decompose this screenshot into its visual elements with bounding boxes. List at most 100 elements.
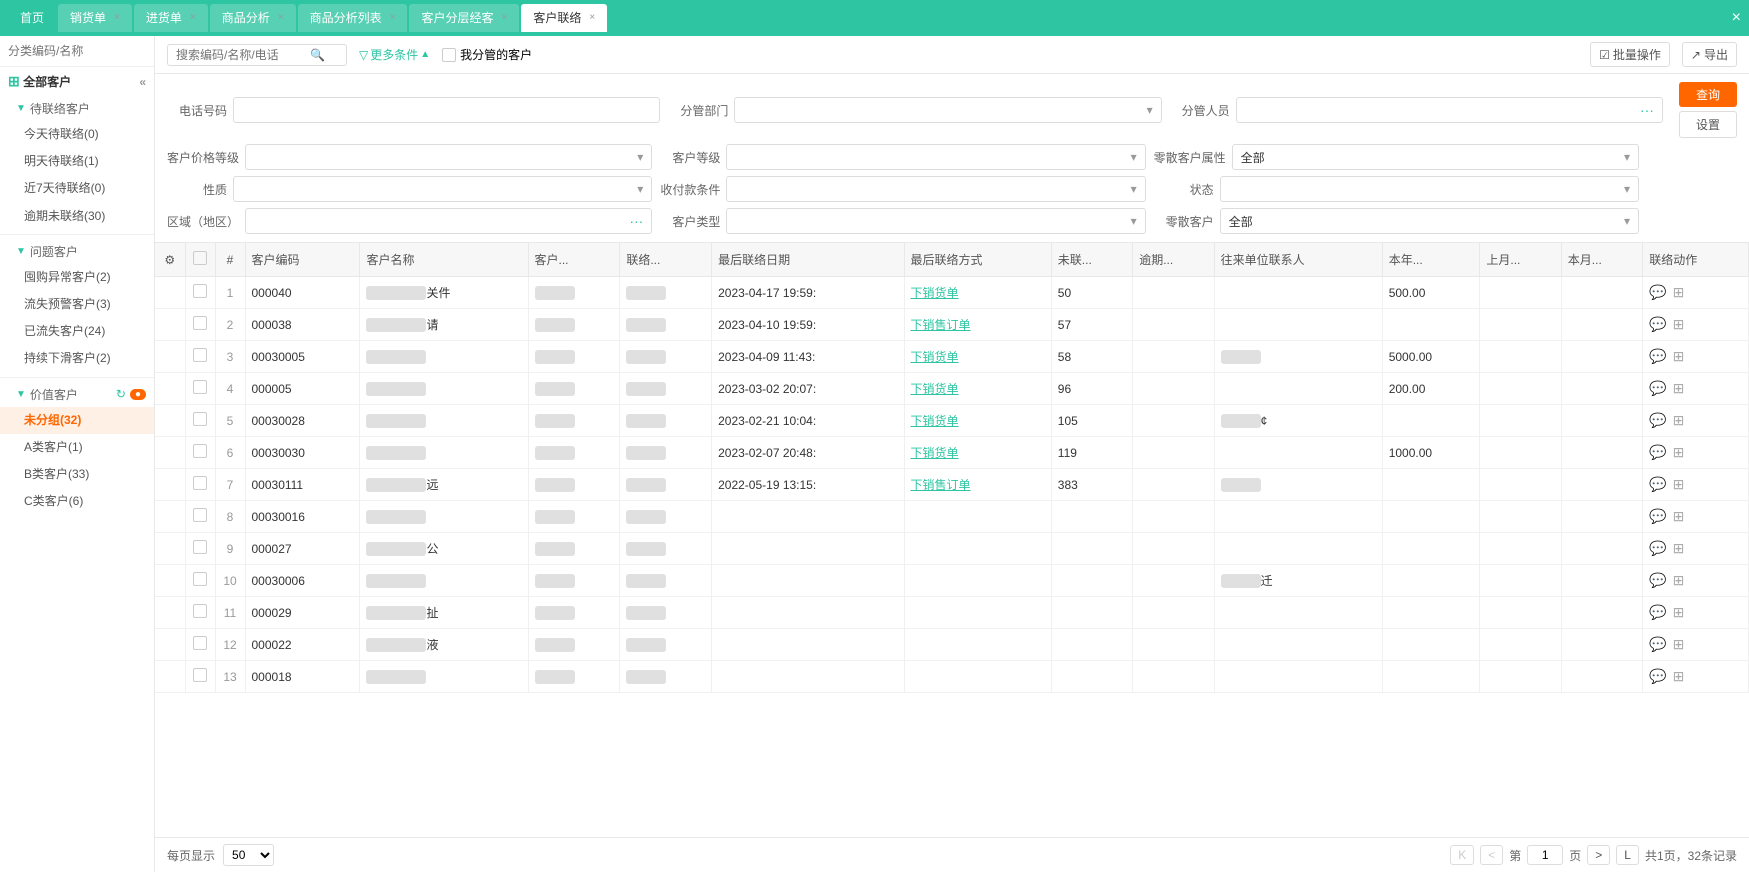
chat-icon[interactable]: 💬 [1649,604,1666,621]
col-checkbox-all[interactable] [185,243,215,277]
group-pending-contact[interactable]: ▼ 待联络客户 [0,96,154,121]
row-checkbox-cell[interactable] [185,341,215,373]
sidebar-item-overdue[interactable]: 逾期未联络(30) [0,203,154,230]
row-checkbox-cell[interactable] [185,501,215,533]
qr-icon[interactable]: ⊞ [1673,540,1685,557]
row-checkbox[interactable] [193,540,207,554]
customer-type-select[interactable]: ▾ [726,208,1145,234]
row-checkbox[interactable] [193,412,207,426]
close-goods-list-icon[interactable]: × [390,4,396,32]
export-btn[interactable]: ↗ 导出 [1682,42,1737,67]
qr-icon[interactable]: ⊞ [1673,444,1685,461]
sidebar-item-abnormal[interactable]: 囤购异常客户(2) [0,264,154,291]
row-checkbox-cell[interactable] [185,629,215,661]
sidebar-item-today[interactable]: 今天待联络(0) [0,121,154,148]
tab-goods-list[interactable]: 商品分析列表 × [298,4,408,32]
tab-home[interactable]: 首页 [8,4,56,32]
sidebar-collapse-icon[interactable]: « [139,75,146,89]
chat-icon[interactable]: 💬 [1649,476,1666,493]
qr-icon[interactable]: ⊞ [1673,476,1685,493]
global-close-icon[interactable]: × [1732,9,1741,27]
row-checkbox-cell[interactable] [185,661,215,693]
row-checkbox-cell[interactable] [185,533,215,565]
refresh-icon[interactable]: ↻ [116,387,126,401]
sidebar-item-class-a[interactable]: A类客户(1) [0,434,154,461]
qr-icon[interactable]: ⊞ [1673,604,1685,621]
next-page-btn[interactable]: > [1587,845,1610,865]
settings-icon[interactable]: ⚙ [164,253,175,267]
chat-icon[interactable]: 💬 [1649,540,1666,557]
last-type-link[interactable]: 下销货单 [911,350,959,364]
row-checkbox-cell[interactable] [185,373,215,405]
chat-icon[interactable]: 💬 [1649,508,1666,525]
qr-icon[interactable]: ⊞ [1673,668,1685,685]
chat-icon[interactable]: 💬 [1649,348,1666,365]
chat-icon[interactable]: 💬 [1649,412,1666,429]
tab-customer-contact[interactable]: 客户联络 × [521,4,607,32]
row-checkbox[interactable] [193,508,207,522]
scatter-select[interactable]: 全部 ▾ [1220,208,1639,234]
last-type-link[interactable]: 下销售订单 [911,318,971,332]
qr-icon[interactable]: ⊞ [1673,316,1685,333]
qr-icon[interactable]: ⊞ [1673,508,1685,525]
row-checkbox-cell[interactable] [185,405,215,437]
price-level-select[interactable]: ▾ [245,144,652,170]
chat-icon[interactable]: 💬 [1649,636,1666,653]
filter-more-btn[interactable]: ▽ 更多条件 ▲ [359,46,430,63]
sidebar-item-class-c[interactable]: C类客户(6) [0,488,154,515]
row-checkbox[interactable] [193,572,207,586]
region-more-icon[interactable]: ··· [629,213,643,229]
group-value-customers[interactable]: ▼ 价值客户 ↻ ● [0,382,154,407]
last-type-link[interactable]: 下销货单 [911,446,959,460]
search-input[interactable] [176,48,306,62]
sidebar-item-tomorrow[interactable]: 明天待联络(1) [0,148,154,175]
scatter-attr-select[interactable]: 全部 ▾ [1232,144,1639,170]
qr-icon[interactable]: ⊞ [1673,412,1685,429]
chat-icon[interactable]: 💬 [1649,668,1666,685]
prev-page-btn[interactable]: < [1480,845,1503,865]
close-purchase-icon[interactable]: × [190,4,196,32]
row-checkbox[interactable] [193,444,207,458]
sidebar-item-7days[interactable]: 近7天待联络(0) [0,175,154,202]
dept-select[interactable]: ▾ [734,97,1161,123]
row-checkbox[interactable] [193,604,207,618]
nature-select[interactable]: ▾ [233,176,652,202]
my-customers-checkbox[interactable] [442,48,456,62]
chat-icon[interactable]: 💬 [1649,380,1666,397]
status-select[interactable]: ▾ [1220,176,1639,202]
row-checkbox-cell[interactable] [185,597,215,629]
row-checkbox[interactable] [193,636,207,650]
close-customer-tier-icon[interactable]: × [501,4,507,32]
qr-icon[interactable]: ⊞ [1673,636,1685,653]
row-checkbox[interactable] [193,476,207,490]
chat-icon[interactable]: 💬 [1649,316,1666,333]
phone-input[interactable] [233,97,660,123]
last-page-btn[interactable]: L [1616,845,1639,865]
row-checkbox-cell[interactable] [185,277,215,309]
filter-my-customers[interactable]: 我分管的客户 [442,46,532,63]
row-checkbox[interactable] [193,380,207,394]
sidebar-item-ungroup[interactable]: 未分组(32) [0,407,154,434]
sidebar-item-lost[interactable]: 已流失客户(24) [0,318,154,345]
region-select[interactable]: ··· [245,208,652,234]
close-customer-contact-icon[interactable]: × [589,4,595,32]
manager-select[interactable]: ··· [1236,97,1663,123]
per-page-select[interactable]: 50 100 [223,844,274,866]
batch-op-btn[interactable]: ☑ 批量操作 [1590,42,1670,67]
qr-icon[interactable]: ⊞ [1673,284,1685,301]
last-type-link[interactable]: 下销货单 [911,414,959,428]
tab-goods-analysis[interactable]: 商品分析 × [210,4,296,32]
chat-icon[interactable]: 💬 [1649,444,1666,461]
page-num-input[interactable] [1527,845,1563,865]
payment-select[interactable]: ▾ [726,176,1145,202]
chat-icon[interactable]: 💬 [1649,284,1666,301]
manager-more-icon[interactable]: ··· [1640,102,1654,118]
close-sale-icon[interactable]: × [114,4,120,32]
row-checkbox-cell[interactable] [185,437,215,469]
last-type-link[interactable]: 下销售订单 [911,478,971,492]
row-checkbox-cell[interactable] [185,565,215,597]
qr-icon[interactable]: ⊞ [1673,348,1685,365]
group-problem-customers[interactable]: ▼ 问题客户 [0,239,154,264]
checkbox-all[interactable] [193,251,207,265]
chat-icon[interactable]: 💬 [1649,572,1666,589]
